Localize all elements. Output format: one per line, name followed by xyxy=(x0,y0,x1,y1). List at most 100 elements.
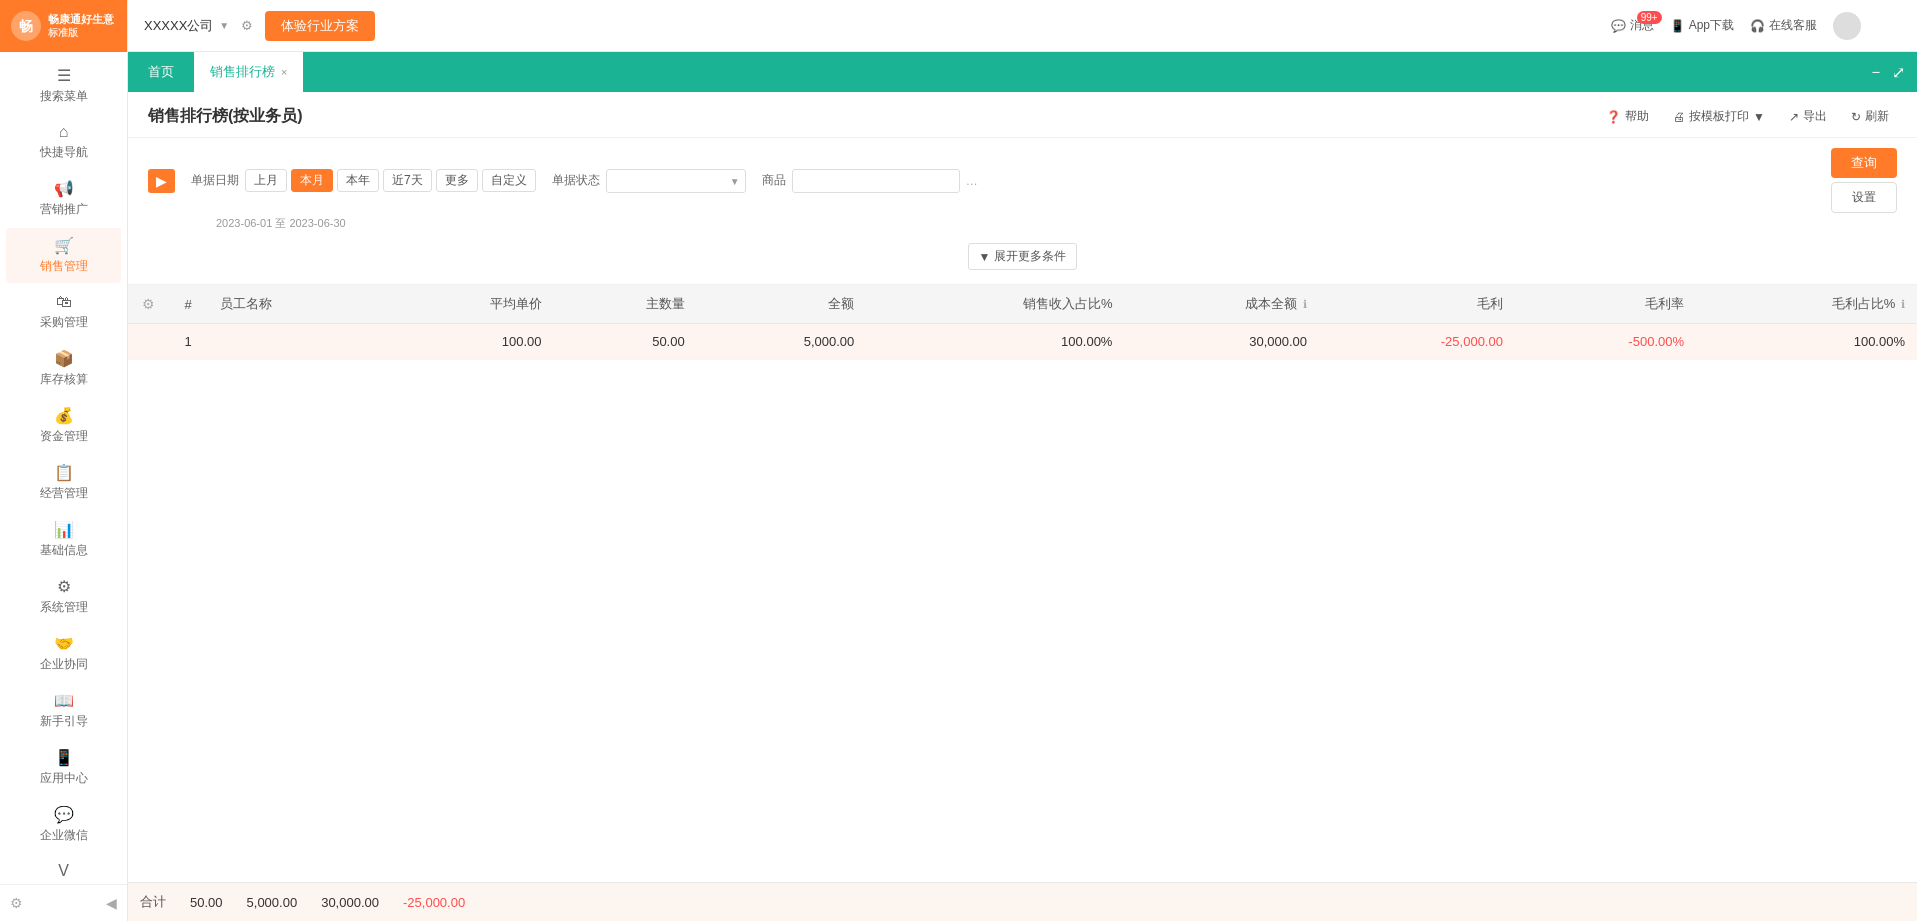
tab-home[interactable]: 首页 xyxy=(128,52,194,92)
expand-more-button[interactable]: ▼ 展开更多条件 xyxy=(968,243,1078,270)
filter-actions: 查询 设置 xyxy=(1831,148,1897,213)
online-service-label: 在线客服 xyxy=(1769,17,1817,34)
table-header: ⚙ # 员工名称 平均单价 主数量 全额 销售收入占比% 成本全额 ℹ 毛利 xyxy=(128,285,1917,324)
help-button[interactable]: ❓ 帮助 xyxy=(1598,104,1657,129)
help-label: 帮助 xyxy=(1625,108,1649,125)
filter-goods-group: 商品 … xyxy=(762,169,978,193)
refresh-button[interactable]: ↻ 刷新 xyxy=(1843,104,1897,129)
filter-date-group: 单据日期 上月 本月 本年 近7天 更多 自定义 xyxy=(191,169,536,192)
logo-icon: 畅 xyxy=(10,10,42,42)
cell-settings-0 xyxy=(128,324,168,360)
content-area: 销售排行榜(按业务员) ❓ 帮助 🖨 按模板打印 ▼ ↗ 导出 ↻ 刷新 xyxy=(128,92,1917,921)
date-btn-7days[interactable]: 近7天 xyxy=(383,169,432,192)
date-btn-this-month[interactable]: 本月 xyxy=(291,169,333,192)
date-range-text: 2023-06-01 至 2023-06-30 xyxy=(216,217,346,229)
col-gross-header: 毛利 xyxy=(1319,285,1515,324)
sidebar-item-搜索菜单[interactable]: ☰搜索菜单 xyxy=(6,58,121,113)
username xyxy=(1877,17,1901,34)
app-download-icon: 📱 xyxy=(1670,19,1685,33)
company-selector[interactable]: XXXXX公司 ▼ xyxy=(144,17,229,35)
message-icon: 💬 xyxy=(1611,19,1626,33)
table-container: ⚙ # 员工名称 平均单价 主数量 全额 销售收入占比% 成本全额 ℹ 毛利 xyxy=(128,285,1917,882)
expand-arrow-icon: ▼ xyxy=(979,250,991,264)
trial-button[interactable]: 体验行业方案 xyxy=(265,11,375,41)
sidebar-item-营销推广[interactable]: 📢营销推广 xyxy=(6,171,121,226)
topbar: XXXXX公司 ▼ ⚙ 体验行业方案 💬 消息 99+ 📱 App下载 🎧 在线… xyxy=(128,0,1917,52)
app-download-label: App下载 xyxy=(1689,17,1734,34)
sidebar-item-经营管理[interactable]: 📋经营管理 xyxy=(6,455,121,510)
filter-date-label: 单据日期 xyxy=(191,172,239,189)
print-icon: 🖨 xyxy=(1673,110,1685,124)
col-index-header: # xyxy=(168,285,208,324)
cost-help-icon[interactable]: ℹ xyxy=(1303,298,1307,310)
sidebar-item-系统管理[interactable]: ⚙系统管理 xyxy=(6,569,121,624)
export-button[interactable]: ↗ 导出 xyxy=(1781,104,1835,129)
sidebar-item-资金管理[interactable]: 💰资金管理 xyxy=(6,398,121,453)
active-tab-label: 销售排行榜 xyxy=(210,63,275,81)
filter-toggle-icon[interactable]: ▶ xyxy=(148,169,175,193)
table-body: 1 100.00 50.00 5,000.00 100.00% 30,000.0… xyxy=(128,324,1917,360)
cell-gross-0: -25,000.00 xyxy=(1319,324,1515,360)
online-service-icon: 🎧 xyxy=(1750,19,1765,33)
topbar-settings-icon[interactable]: ⚙ xyxy=(241,18,253,33)
filter-goods-label: 商品 xyxy=(762,172,786,189)
date-buttons: 上月 本月 本年 近7天 更多 自定义 xyxy=(245,169,536,192)
logo-line1: 畅康通好生意 xyxy=(48,12,114,26)
topbar-right: 💬 消息 99+ 📱 App下载 🎧 在线客服 xyxy=(1611,12,1901,40)
footer-gross: -25,000.00 xyxy=(403,895,465,910)
filter-status-group: 单据状态 ▼ xyxy=(552,169,746,193)
sidebar-item-基础信息[interactable]: 📊基础信息 xyxy=(6,512,121,567)
sidebar-settings-icon[interactable]: ⚙ xyxy=(10,895,23,911)
query-button[interactable]: 查询 xyxy=(1831,148,1897,178)
logo-line2: 标准版 xyxy=(48,26,114,40)
sidebar: 畅 畅康通好生意 标准版 ☰搜索菜单⌂快捷导航📢营销推广🛒销售管理🛍采购管理📦库… xyxy=(0,0,128,921)
sidebar-item-畅会员[interactable]: V畅会员 xyxy=(6,854,121,884)
gross-pct-help-icon[interactable]: ℹ xyxy=(1901,298,1905,310)
col-settings-icon[interactable]: ⚙ xyxy=(142,296,155,312)
sidebar-collapse-icon[interactable]: ◀ xyxy=(106,895,117,911)
tab-close-icon[interactable]: × xyxy=(281,66,287,78)
page-actions: ❓ 帮助 🖨 按模板打印 ▼ ↗ 导出 ↻ 刷新 xyxy=(1598,104,1897,129)
cell-amount-0: 5,000.00 xyxy=(697,324,867,360)
footer-cost: 30,000.00 xyxy=(321,895,379,910)
sidebar-item-快捷导航[interactable]: ⌂快捷导航 xyxy=(6,115,121,169)
message-badge: 99+ xyxy=(1637,11,1662,24)
sidebar-item-库存核算[interactable]: 📦库存核算 xyxy=(6,341,121,396)
template-print-button[interactable]: 🖨 按模板打印 ▼ xyxy=(1665,104,1773,129)
print-arrow-icon: ▼ xyxy=(1753,110,1765,124)
sidebar-item-销售管理[interactable]: 🛒销售管理 xyxy=(6,228,121,283)
goods-input[interactable] xyxy=(792,169,960,193)
table-footer: 合计 50.00 5,000.00 30,000.00 -25,000.00 xyxy=(128,882,1917,921)
footer-amount: 5,000.00 xyxy=(247,895,298,910)
sidebar-item-企业协同[interactable]: 🤝企业协同 xyxy=(6,626,121,681)
date-btn-last-month[interactable]: 上月 xyxy=(245,169,287,192)
online-service-button[interactable]: 🎧 在线客服 xyxy=(1750,17,1817,34)
sidebar-item-采购管理[interactable]: 🛍采购管理 xyxy=(6,285,121,339)
sidebar-item-企业微信[interactable]: 💬企业微信 xyxy=(6,797,121,852)
col-avg-price-header: 平均单价 xyxy=(381,285,554,324)
col-gross-pct-header: 毛利占比% ℹ xyxy=(1696,285,1917,324)
filter-bar: ▶ 单据日期 上月 本月 本年 近7天 更多 自定义 单据状态 xyxy=(128,138,1917,285)
date-btn-custom[interactable]: 自定义 xyxy=(482,169,536,192)
template-print-label: 按模板打印 xyxy=(1689,108,1749,125)
tab-right-actions: － ⤢ xyxy=(1868,62,1917,83)
company-arrow-icon: ▼ xyxy=(219,20,229,31)
goods-more-icon[interactable]: … xyxy=(966,174,978,188)
cell-sales-pct-0: 100.00% xyxy=(866,324,1124,360)
tab-minimize-icon[interactable]: － xyxy=(1868,62,1884,83)
help-icon: ❓ xyxy=(1606,110,1621,124)
filter-settings-button[interactable]: 设置 xyxy=(1831,182,1897,213)
tab-expand-icon[interactable]: ⤢ xyxy=(1892,63,1905,82)
table-row: 1 100.00 50.00 5,000.00 100.00% 30,000.0… xyxy=(128,324,1917,360)
date-btn-this-year[interactable]: 本年 xyxy=(337,169,379,192)
col-amount-header: 全额 xyxy=(697,285,867,324)
cell-gross-rate-0: -500.00% xyxy=(1515,324,1696,360)
app-download-button[interactable]: 📱 App下载 xyxy=(1670,17,1734,34)
date-btn-more[interactable]: 更多 xyxy=(436,169,478,192)
sidebar-item-应用中心[interactable]: 📱应用中心 xyxy=(6,740,121,795)
sidebar-item-新手引导[interactable]: 📖新手引导 xyxy=(6,683,121,738)
tab-sales-ranking[interactable]: 销售排行榜 × xyxy=(194,52,303,92)
avatar xyxy=(1833,12,1861,40)
message-button[interactable]: 💬 消息 99+ xyxy=(1611,17,1654,34)
status-select[interactable] xyxy=(606,169,746,193)
